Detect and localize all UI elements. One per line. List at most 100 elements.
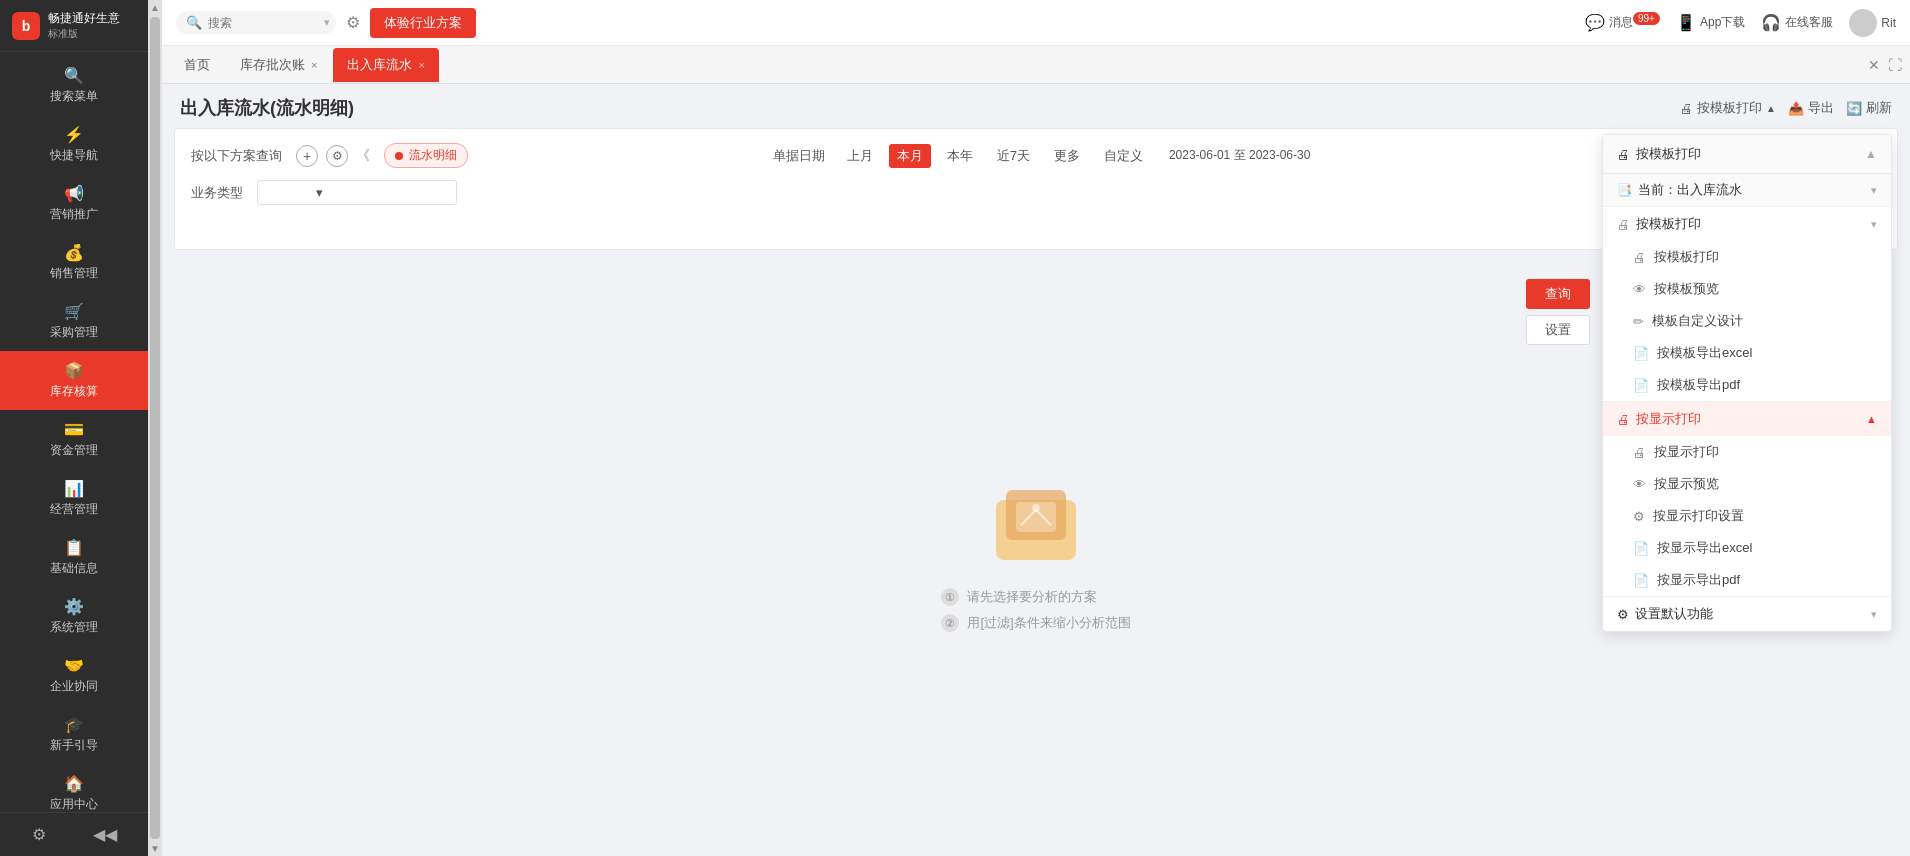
sidebar-item-search[interactable]: 🔍 搜索菜单 [0,56,148,115]
query-button[interactable]: 查询 [1526,279,1590,309]
print-template-button[interactable]: 🖨 按模板打印 ▲ [1680,99,1776,117]
online-service-button[interactable]: 🎧 在线客服 [1761,13,1833,32]
appcenter-icon: 🏠 [64,774,84,793]
sidebar-item-quicknav[interactable]: ⚡ 快捷导航 [0,115,148,174]
sidebar-item-label: 经营管理 [50,501,98,518]
collapse-sidebar-icon[interactable]: ◀◀ [93,825,117,844]
settings-button[interactable]: 设置 [1526,315,1590,345]
sidebar-item-label: 新手引导 [50,737,98,754]
template-section-title: 🖨 按模板打印 [1617,215,1701,233]
sidebar-item-system[interactable]: ⚙️ 系统管理 [0,587,148,646]
display-print-item[interactable]: 🖨 按显示打印 [1603,436,1891,468]
export-button[interactable]: 📤 导出 [1788,99,1834,117]
sidebar-item-label: 营销推广 [50,206,98,223]
display-export-excel-item[interactable]: 📄 按显示导出excel [1603,532,1891,564]
sidebar-item-guide[interactable]: 🎓 新手引导 [0,705,148,764]
dropdown-title-label: 按模板打印 [1636,145,1701,163]
empty-steps: ① 请先选择要分析的方案 ② 用[过滤]条件来缩小分析范围 [941,584,1130,636]
sidebar-item-purchase[interactable]: 🛒 采购管理 [0,292,148,351]
industry-solution-button[interactable]: 体验行业方案 [370,8,476,38]
app-download-button[interactable]: 📱 App下载 [1676,13,1745,32]
flowtype-tag[interactable]: 流水明细 [384,143,468,168]
date-this-year-btn[interactable]: 本年 [939,144,981,168]
template-preview-item[interactable]: 👁 按模板预览 [1603,273,1891,305]
refresh-button[interactable]: 🔄 刷新 [1846,99,1892,117]
user-profile-button[interactable]: Rit [1849,9,1896,37]
scroll-up-arrow[interactable]: ▲ [148,0,162,15]
set-default-footer[interactable]: ⚙ 设置默认功能 ▾ [1603,597,1891,631]
basic-icon: 📋 [64,538,84,557]
tab-batch[interactable]: 库存批次账 × [226,48,331,82]
message-label: 消息 [1609,14,1633,31]
close-window-icon[interactable]: ✕ [1868,57,1880,73]
dropdown-chevron-up[interactable]: ▲ [1865,147,1877,161]
display-export-excel-icon: 📄 [1633,541,1649,556]
template-print-section-header[interactable]: 🖨 按模板打印 ▾ [1603,207,1891,241]
step-2-num: ② [941,614,959,632]
filter-collapse-icon[interactable]: 《 [356,147,370,165]
tab-home[interactable]: 首页 [170,48,224,82]
search-icon: 🔍 [186,15,202,30]
scroll-down-arrow[interactable]: ▼ [148,841,162,856]
date-filter: 上月 本月 本年 近7天 更多 自定义 [839,144,1151,168]
display-export-pdf-label: 按显示导出pdf [1657,571,1740,589]
expand-window-icon[interactable]: ⛶ [1888,57,1902,73]
topbar-search-box[interactable]: 🔍 ▾ [176,11,336,34]
display-print-section-header[interactable]: 🖨 按显示打印 ▲ [1603,402,1891,436]
template-section-icon: 🖨 [1617,217,1630,232]
filter-add-button[interactable]: + [296,145,318,167]
sidebar-item-appcenter[interactable]: 🏠 应用中心 [0,764,148,812]
tab-flowdetail[interactable]: 出入库流水 × [333,48,438,82]
service-icon: 🎧 [1761,13,1781,32]
sidebar-item-inventory[interactable]: 📦 库存核算 [0,351,148,410]
sidebar-item-basic[interactable]: 📋 基础信息 [0,528,148,587]
sidebar-item-finance[interactable]: 💳 资金管理 [0,410,148,469]
template-print-icon: 🖨 [1633,250,1646,265]
tab-bar-right: ✕ ⛶ [1868,57,1902,73]
app-logo: b 畅捷通好生意 标准版 [0,0,148,52]
tab-batch-label: 库存批次账 [240,56,305,74]
settings-gear-icon[interactable]: ⚙ [346,13,360,32]
page-header: 出入库流水(流水明细) 🖨 按模板打印 ▲ 📤 导出 🔄 刷新 [162,84,1910,128]
search-input[interactable] [208,16,318,30]
chevron-down-icon: ▾ [324,16,330,29]
template-export-excel-item[interactable]: 📄 按模板导出excel [1603,337,1891,369]
logo-badge: 标准版 [48,27,120,40]
sidebar-item-label: 系统管理 [50,619,98,636]
template-preview-icon: 👁 [1633,282,1646,297]
display-preview-item[interactable]: 👁 按显示预览 [1603,468,1891,500]
settings-bottom-icon[interactable]: ⚙ [32,825,46,844]
sidebar-item-collab[interactable]: 🤝 企业协同 [0,646,148,705]
tab-batch-close-icon[interactable]: × [311,59,317,71]
display-print-settings-item[interactable]: ⚙ 按显示打印设置 [1603,500,1891,532]
sidebar-item-label: 基础信息 [50,560,98,577]
sidebar-item-operation[interactable]: 📊 经营管理 [0,469,148,528]
sidebar-scrollbar[interactable]: ▲ ▼ [148,0,162,856]
footer-settings-icon: ⚙ [1617,607,1629,622]
filter-settings-button[interactable]: ⚙ [326,145,348,167]
date-this-month-btn[interactable]: 本月 [889,144,931,168]
sidebar-item-sales[interactable]: 💰 销售管理 [0,233,148,292]
business-type-select[interactable]: ▾ [257,180,457,205]
message-button[interactable]: 💬 消息 99+ [1585,13,1660,32]
refresh-icon: 🔄 [1846,101,1862,116]
template-export-pdf-item[interactable]: 📄 按模板导出pdf [1603,369,1891,401]
display-export-pdf-icon: 📄 [1633,573,1649,588]
dropdown-current-item[interactable]: 📑 当前：出入库流水 ▾ [1603,174,1891,207]
template-custom-item[interactable]: ✏ 模板自定义设计 [1603,305,1891,337]
filter-buttons: 查询 设置 [1526,279,1590,345]
sidebar-item-label: 销售管理 [50,265,98,282]
sidebar-item-marketing[interactable]: 📢 营销推广 [0,174,148,233]
purchase-icon: 🛒 [64,302,84,321]
scroll-thumb[interactable] [150,17,160,839]
display-export-pdf-item[interactable]: 📄 按显示导出pdf [1603,564,1891,596]
filter-actions: + ⚙ 《 [296,145,370,167]
date-more-btn[interactable]: 更多 [1046,144,1088,168]
template-print-item[interactable]: 🖨 按模板打印 [1603,241,1891,273]
display-section-icon: 🖨 [1617,412,1630,427]
date-custom-btn[interactable]: 自定义 [1096,144,1151,168]
tab-flowdetail-close-icon[interactable]: × [418,59,424,71]
date-last-month-btn[interactable]: 上月 [839,144,881,168]
date-last7-btn[interactable]: 近7天 [989,144,1038,168]
step-2-text: 用[过滤]条件来缩小分析范围 [967,610,1130,636]
